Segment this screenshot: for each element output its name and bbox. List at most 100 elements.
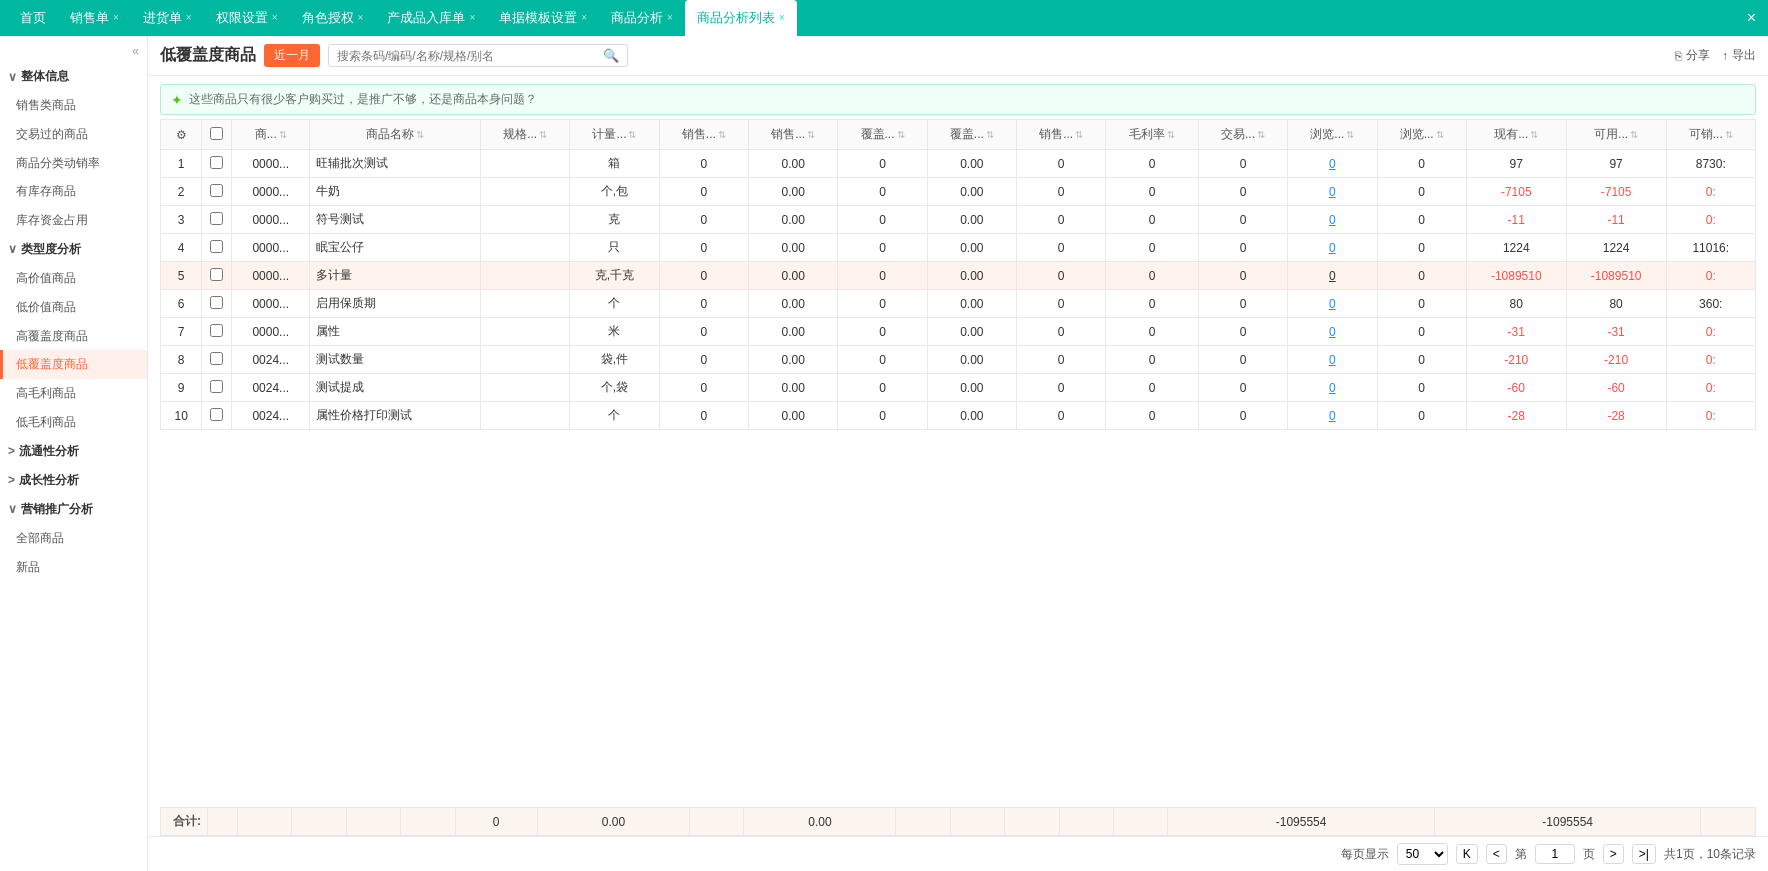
row-browse1[interactable]: 0 [1288, 402, 1377, 430]
sidebar-section-overall[interactable]: ∨ 整体信息 [0, 62, 147, 91]
prev-page-btn[interactable]: < [1486, 844, 1507, 864]
row-browse1[interactable]: 0 [1288, 262, 1377, 290]
col-sales3[interactable]: 销售...⇅ [1017, 120, 1106, 150]
sidebar-item-traded-goods[interactable]: 交易过的商品 [0, 120, 147, 149]
col-current[interactable]: 现有...⇅ [1466, 120, 1566, 150]
nav-analysis-close[interactable]: × [667, 0, 673, 36]
sidebar-item-all-goods[interactable]: 全部商品 [0, 524, 147, 553]
sidebar-item-new-goods[interactable]: 新品 [0, 553, 147, 582]
nav-analysis-list-close[interactable]: × [779, 0, 785, 36]
nav-home[interactable]: 首页 [8, 0, 58, 36]
page-input[interactable] [1535, 844, 1575, 864]
nav-product[interactable]: 产成品入库单 × [375, 0, 487, 36]
last-page-btn[interactable]: >| [1632, 844, 1656, 864]
col-unit[interactable]: 计量...⇅ [570, 120, 659, 150]
row-browse1[interactable]: 0 [1288, 318, 1377, 346]
nav-sales[interactable]: 销售单 × [58, 0, 131, 36]
row-current: -60 [1466, 374, 1566, 402]
sidebar-collapse-btn[interactable]: « [0, 40, 147, 62]
col-cov2[interactable]: 覆盖...⇅ [927, 120, 1016, 150]
row-browse1[interactable]: 0 [1288, 150, 1377, 178]
nav-analysis[interactable]: 商品分析 × [599, 0, 685, 36]
sidebar-section-marketing[interactable]: ∨ 营销推广分析 [0, 495, 147, 524]
sidebar-item-stocked-goods[interactable]: 有库存商品 [0, 177, 147, 206]
sidebar-item-low-value[interactable]: 低价值商品 [0, 293, 147, 322]
search-icon[interactable]: 🔍 [603, 48, 619, 63]
share-icon: ⎘ [1675, 49, 1682, 63]
col-checkbox[interactable] [202, 120, 232, 150]
nav-template-close[interactable]: × [581, 0, 587, 36]
row-checkbox[interactable] [202, 374, 232, 402]
sidebar-item-sales-goods[interactable]: 销售类商品 [0, 91, 147, 120]
sidebar-section-growth[interactable]: > 成长性分析 [0, 466, 147, 495]
nav-purchase[interactable]: 进货单 × [131, 0, 204, 36]
row-browse1[interactable]: 0 [1288, 206, 1377, 234]
nav-template[interactable]: 单据模板设置 × [487, 0, 599, 36]
row-checkbox[interactable] [202, 346, 232, 374]
next-page-btn[interactable]: > [1603, 844, 1624, 864]
nav-analysis-list[interactable]: 商品分析列表 × [685, 0, 797, 36]
content-header: 低覆盖度商品 近一月 🔍 ⎘ 分享 ↑ 导出 [148, 36, 1768, 76]
row-checkbox[interactable] [202, 206, 232, 234]
row-spec [480, 262, 569, 290]
row-checkbox[interactable] [202, 178, 232, 206]
sidebar-section-flow[interactable]: > 流通性分析 [0, 437, 147, 466]
row-sales-qty: 0 [659, 346, 748, 374]
nav-sales-close[interactable]: × [113, 0, 119, 36]
row-checkbox[interactable] [202, 234, 232, 262]
sidebar-item-high-margin[interactable]: 高毛利商品 [0, 379, 147, 408]
export-btn[interactable]: ↑ 导出 [1722, 47, 1756, 64]
sidebar-item-stock-funds[interactable]: 库存资金占用 [0, 206, 147, 235]
row-browse1[interactable]: 0 [1288, 290, 1377, 318]
col-sales-qty[interactable]: 销售...⇅ [659, 120, 748, 150]
share-btn[interactable]: ⎘ 分享 [1675, 47, 1710, 64]
row-checkbox[interactable] [202, 402, 232, 430]
nav-permission-close[interactable]: × [272, 0, 278, 36]
nav-purchase-close[interactable]: × [186, 0, 192, 36]
filter-period-btn[interactable]: 近一月 [264, 44, 320, 67]
row-sales3: 0 [1017, 346, 1106, 374]
col-browse1[interactable]: 浏览...⇅ [1288, 120, 1377, 150]
sidebar-item-category-rate[interactable]: 商品分类动销率 [0, 149, 147, 178]
table-container[interactable]: ⚙ 商...⇅ 商品名称⇅ 规格...⇅ 计量...⇅ 销售...⇅ 销售...… [148, 119, 1768, 807]
row-checkbox[interactable] [202, 318, 232, 346]
row-browse1[interactable]: 0 [1288, 374, 1377, 402]
col-settings[interactable]: ⚙ [161, 120, 202, 150]
col-gross[interactable]: 毛利率⇅ [1106, 120, 1198, 150]
row-browse1[interactable]: 0 [1288, 178, 1377, 206]
sidebar-item-low-coverage[interactable]: 低覆盖度商品 [0, 350, 147, 379]
search-input[interactable] [337, 49, 603, 63]
col-spec[interactable]: 规格...⇅ [480, 120, 569, 150]
nav-role[interactable]: 角色授权 × [290, 0, 376, 36]
row-trade: 0 [1198, 234, 1287, 262]
col-sales-amt[interactable]: 销售...⇅ [749, 120, 838, 150]
col-name[interactable]: 商品名称⇅ [310, 120, 481, 150]
page-size-select[interactable]: 50 10 20 100 [1397, 843, 1448, 865]
col-trade[interactable]: 交易...⇅ [1198, 120, 1287, 150]
row-browse1[interactable]: 0 [1288, 234, 1377, 262]
row-spec [480, 318, 569, 346]
row-available: 1224 [1566, 234, 1666, 262]
col-sellable[interactable]: 可销...⇅ [1666, 120, 1755, 150]
col-code[interactable]: 商...⇅ [232, 120, 310, 150]
select-all-checkbox[interactable] [210, 127, 223, 140]
nav-role-close[interactable]: × [358, 0, 364, 36]
row-checkbox[interactable] [202, 150, 232, 178]
sidebar-item-high-coverage[interactable]: 高覆盖度商品 [0, 322, 147, 351]
col-available[interactable]: 可用...⇅ [1566, 120, 1666, 150]
first-page-btn[interactable]: K [1456, 844, 1478, 864]
nav-close-all[interactable]: × [1747, 9, 1756, 27]
nav-permission[interactable]: 权限设置 × [204, 0, 290, 36]
row-gross: 0 [1106, 150, 1198, 178]
col-browse2[interactable]: 浏览...⇅ [1377, 120, 1466, 150]
row-browse1[interactable]: 0 [1288, 346, 1377, 374]
row-unit: 箱 [570, 150, 659, 178]
total-unit-placeholder [401, 808, 455, 836]
row-checkbox[interactable] [202, 290, 232, 318]
nav-product-close[interactable]: × [469, 0, 475, 36]
sidebar-item-low-margin[interactable]: 低毛利商品 [0, 408, 147, 437]
col-cov1[interactable]: 覆盖...⇅ [838, 120, 927, 150]
row-checkbox[interactable] [202, 262, 232, 290]
sidebar-item-high-value[interactable]: 高价值商品 [0, 264, 147, 293]
sidebar-section-type[interactable]: ∨ 类型度分析 [0, 235, 147, 264]
